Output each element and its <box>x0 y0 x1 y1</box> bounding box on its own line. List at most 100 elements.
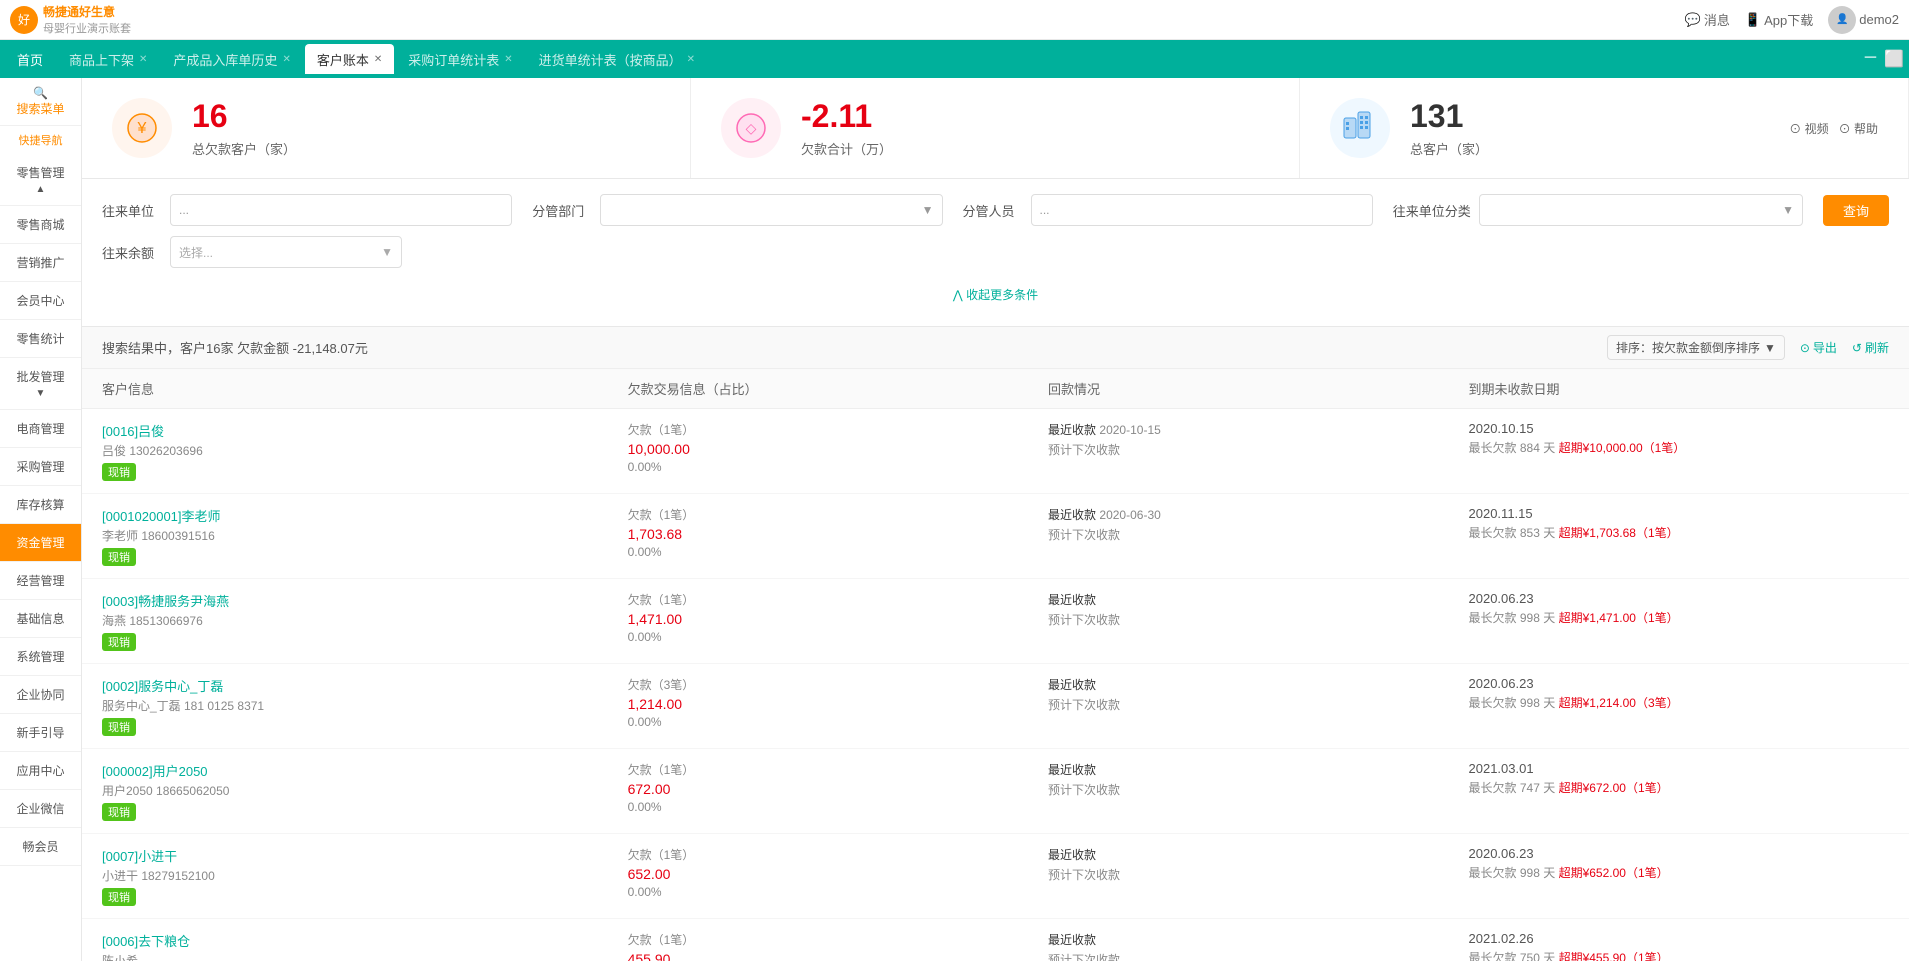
debt-percent-0: 0.00% <box>628 460 1048 474</box>
debt-cell-0: 欠款（1笔） 10,000.00 0.00% <box>628 421 1048 474</box>
total-customers-info: 131 总客户（家） <box>1410 98 1488 158</box>
customer-cell-0: [0016]吕俊 吕俊 13026203696 现销 <box>102 421 628 481</box>
tab-products[interactable]: 商品上下架 ✕ <box>57 44 159 74</box>
app-download-btn[interactable]: 📱 App下载 <box>1745 10 1813 29</box>
sidebar-item-retail-stats[interactable]: 零售统计 <box>0 320 81 358</box>
tab-home[interactable]: 首页 <box>5 44 55 74</box>
chevron-down-icon: ▼ <box>922 203 934 217</box>
collapse-btn[interactable]: ⋀ 收起更多条件 <box>102 278 1889 311</box>
debtors-info: 16 总欠款客户（家） <box>192 98 296 158</box>
stats-row: ¥ 16 总欠款客户（家） ◇ -2.11 欠款合计（万） <box>82 78 1909 179</box>
stat-card-total-customers: 131 总客户（家） ⊙ 视频 ⊙ 帮助 <box>1300 78 1909 178</box>
filter-from-unit: 往来单位 ... <box>102 194 512 226</box>
overdue-link-3[interactable]: 超期¥1,214.00（3笔） <box>1559 696 1679 710</box>
customer-name-0[interactable]: [0016]吕俊 <box>102 424 164 439</box>
status-tag-3: 现销 <box>102 718 136 736</box>
top-bar-right: 💬 消息 📱 App下载 👤 demo2 <box>1685 6 1899 34</box>
sidebar-item-wechat[interactable]: 企业微信 <box>0 790 81 828</box>
tab-close-import[interactable]: ✕ <box>687 54 695 65</box>
window-minimize[interactable]: ─ <box>1865 49 1876 69</box>
sidebar-item-member[interactable]: 会员中心 <box>0 282 81 320</box>
result-actions: 排序：按欠款金额倒序排序 ▼ ⊙ 导出 ↺ 刷新 <box>1607 335 1889 360</box>
customer-name-3[interactable]: [0002]服务中心_丁磊 <box>102 679 223 694</box>
table-row: [0006]去下粮仓 陈小希 现销 欠款（1笔） 455.90 0.00% 最近… <box>82 919 1909 961</box>
balance-input[interactable]: 选择... ▼ <box>170 236 402 268</box>
sidebar-item-marketing[interactable]: 营销推广 <box>0 244 81 282</box>
col-due-date: 到期未收款日期 <box>1469 379 1889 398</box>
sidebar-item-system[interactable]: 系统管理 <box>0 638 81 676</box>
col-collection: 回款情况 <box>1048 379 1468 398</box>
due-cell-4: 2021.03.01 最长欠款 747 天 超期¥672.00（1笔） <box>1469 761 1889 796</box>
tab-close-history[interactable]: ✕ <box>282 54 290 65</box>
view-video-btn[interactable]: ⊙ 视频 <box>1789 120 1828 137</box>
export-btn[interactable]: ⊙ 导出 <box>1800 339 1837 356</box>
unit-class-input[interactable]: ▼ <box>1479 194 1803 226</box>
refresh-btn[interactable]: ↺ 刷新 <box>1852 339 1889 356</box>
customer-name-1[interactable]: [0001020001]李老师 <box>102 509 221 524</box>
collection-cell-4: 最近收款 预计下次收款 <box>1048 761 1468 798</box>
sidebar-item-retail-mgmt[interactable]: 零售管理 ▲ <box>0 154 81 206</box>
from-unit-input[interactable]: ... <box>170 194 512 226</box>
dept-input[interactable]: ▼ <box>600 194 942 226</box>
tab-import-stats[interactable]: 进货单统计表（按商品） ✕ <box>527 44 707 74</box>
svg-text:¥: ¥ <box>137 120 147 137</box>
tab-customer-account[interactable]: 客户账本 ✕ <box>305 44 394 74</box>
tab-purchase-stats[interactable]: 采购订单统计表 ✕ <box>396 44 524 74</box>
overdue-link-1[interactable]: 超期¥1,703.68（1笔） <box>1559 526 1679 540</box>
from-unit-label: 往来单位 <box>102 201 162 220</box>
balance-label: 往来余额 <box>102 243 162 262</box>
customer-name-6[interactable]: [0006]去下粮仓 <box>102 934 190 949</box>
sidebar-item-ecommerce[interactable]: 电商管理 <box>0 410 81 448</box>
overdue-link-2[interactable]: 超期¥1,471.00（1笔） <box>1559 611 1679 625</box>
sidebar-item-wholesale[interactable]: 批发管理 ▼ <box>0 358 81 410</box>
overdue-link-4[interactable]: 超期¥672.00（1笔） <box>1559 781 1669 795</box>
user-avatar[interactable]: 👤 demo2 <box>1828 6 1899 34</box>
debt-icon: ◇ <box>721 98 781 158</box>
search-button[interactable]: 查询 <box>1823 195 1889 226</box>
sidebar-search[interactable]: 🔍 搜索菜单 <box>0 78 81 126</box>
sidebar-item-inventory[interactable]: 库存核算 <box>0 486 81 524</box>
person-input[interactable]: ... <box>1031 194 1373 226</box>
sidebar-item-enterprise[interactable]: 企业协同 <box>0 676 81 714</box>
logo-icon: 好 <box>10 6 38 34</box>
customer-name-2[interactable]: [0003]畅捷服务尹海燕 <box>102 594 229 609</box>
sort-selector[interactable]: 排序：按欠款金额倒序排序 ▼ <box>1607 335 1785 360</box>
overdue-link-5[interactable]: 超期¥652.00（1笔） <box>1559 866 1669 880</box>
tab-close-products[interactable]: ✕ <box>139 54 147 65</box>
stat-card-actions: ⊙ 视频 ⊙ 帮助 <box>1789 120 1878 137</box>
tab-close-purchase[interactable]: ✕ <box>504 54 512 65</box>
overdue-link-6[interactable]: 超期¥455.90（1笔） <box>1559 951 1669 961</box>
tab-close-customer[interactable]: ✕ <box>374 54 382 65</box>
sidebar-item-basic-info[interactable]: 基础信息 <box>0 600 81 638</box>
sidebar-nav[interactable]: 快捷导航 <box>0 126 81 154</box>
debt-cell-5: 欠款（1笔） 652.00 0.00% <box>628 846 1048 899</box>
sidebar-item-vip[interactable]: 畅会员 <box>0 828 81 866</box>
customer-name-4[interactable]: [000002]用户2050 <box>102 764 208 779</box>
tab-bar: 首页 商品上下架 ✕ 产成品入库单历史 ✕ 客户账本 ✕ 采购订单统计表 ✕ 进… <box>0 40 1909 78</box>
message-btn[interactable]: 💬 消息 <box>1685 10 1730 29</box>
filter-area: 往来单位 ... 分管部门 ▼ 分管人员 ... <box>82 179 1909 327</box>
overdue-link-0[interactable]: 超期¥10,000.00（1笔） <box>1559 441 1686 455</box>
chevron-down-icon: ▼ <box>36 388 46 399</box>
sidebar-item-app-center[interactable]: 应用中心 <box>0 752 81 790</box>
sidebar-item-operations[interactable]: 经营管理 <box>0 562 81 600</box>
help-btn[interactable]: ⊙ 帮助 <box>1839 120 1878 137</box>
sidebar-item-retail-mall[interactable]: 零售商城 <box>0 206 81 244</box>
logo-area: 好 畅捷通好生意 母婴行业演示账套 <box>10 3 131 36</box>
table-row: [0003]畅捷服务尹海燕 海燕 18513066976 现销 欠款（1笔） 1… <box>82 579 1909 664</box>
debtors-label: 总欠款客户（家） <box>192 139 296 158</box>
window-maximize[interactable]: ⬜ <box>1884 49 1904 69</box>
content-area: ¥ 16 总欠款客户（家） ◇ -2.11 欠款合计（万） <box>82 78 1909 961</box>
total-customers-label: 总客户（家） <box>1410 139 1488 158</box>
tab-bar-controls: ─ ⬜ <box>1865 49 1904 69</box>
total-debt-value: -2.11 <box>801 98 892 135</box>
total-customers-value: 131 <box>1410 98 1488 135</box>
tab-history[interactable]: 产成品入库单历史 ✕ <box>161 44 302 74</box>
sidebar-item-finance[interactable]: 资金管理 <box>0 524 81 562</box>
sidebar-item-purchase[interactable]: 采购管理 <box>0 448 81 486</box>
sidebar-item-guide[interactable]: 新手引导 <box>0 714 81 752</box>
customer-name-5[interactable]: [0007]小进干 <box>102 849 177 864</box>
refresh-icon: ↺ <box>1852 341 1862 355</box>
collection-cell-5: 最近收款 预计下次收款 <box>1048 846 1468 883</box>
customer-cell-5: [0007]小进干 小进干 18279152100 现销 <box>102 846 628 906</box>
